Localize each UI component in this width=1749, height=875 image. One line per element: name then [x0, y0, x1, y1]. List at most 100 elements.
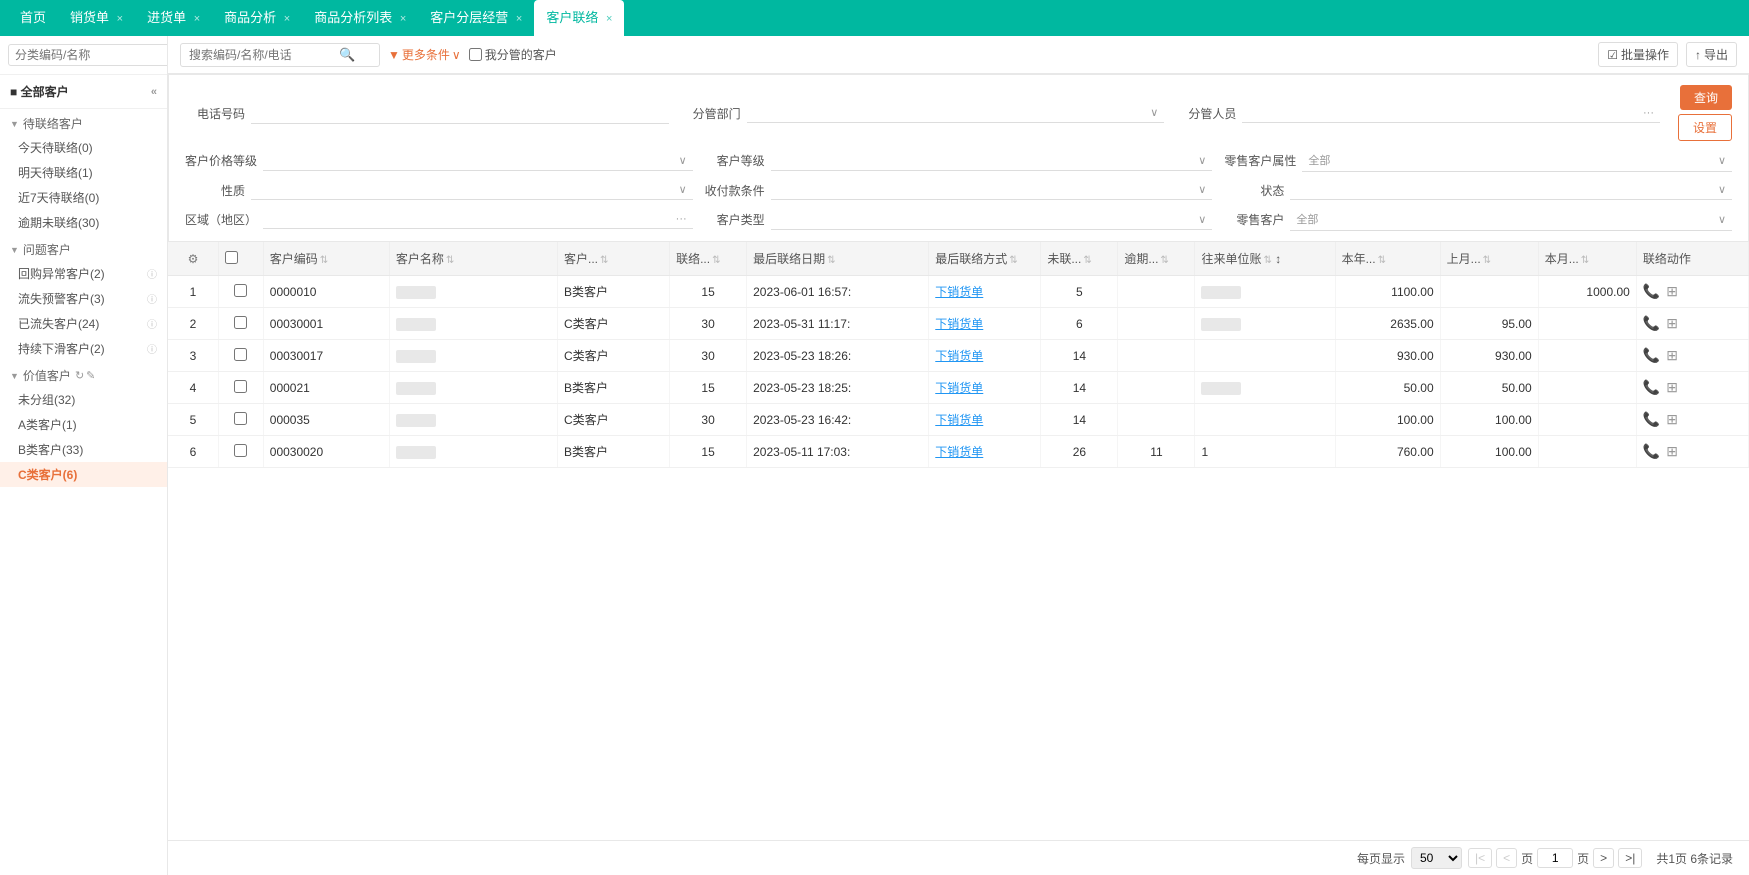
cell-check[interactable]: [218, 276, 263, 308]
more-action-icon[interactable]: ⊞: [1666, 379, 1678, 396]
last-page-btn[interactable]: >|: [1618, 848, 1642, 868]
th-check[interactable]: [218, 242, 263, 276]
my-customers-checkbox[interactable]: [469, 48, 482, 61]
first-page-btn[interactable]: |<: [1468, 848, 1492, 868]
my-customers-checkbox-label[interactable]: 我分管的客户: [469, 46, 557, 63]
cell-check[interactable]: [218, 340, 263, 372]
per-page-select[interactable]: 50 100 200: [1411, 847, 1462, 869]
lastway-link[interactable]: 下销货单: [935, 413, 983, 427]
sidebar-item-class-b[interactable]: B类客户(33): [0, 437, 167, 462]
th-thismonth[interactable]: 本月...⇅: [1538, 242, 1636, 276]
prev-page-btn[interactable]: <: [1496, 848, 1517, 868]
manager-select[interactable]: ···: [1242, 104, 1660, 123]
th-thisyear[interactable]: 本年...⇅: [1335, 242, 1440, 276]
sidebar-item-overdue[interactable]: 逾期未联络(30): [0, 210, 167, 235]
region-select[interactable]: ···: [263, 210, 693, 229]
nav-home[interactable]: 首页: [8, 0, 58, 36]
cell-lastway[interactable]: 下销货单: [929, 308, 1041, 340]
next-page-btn[interactable]: >: [1593, 848, 1614, 868]
nav-item-analysis-list[interactable]: 商品分析列表 ×: [302, 0, 418, 36]
more-action-icon[interactable]: ⊞: [1666, 315, 1678, 332]
th-lastmonth[interactable]: 上月...⇅: [1440, 242, 1538, 276]
th-lastdate[interactable]: 最后联络日期⇅: [747, 242, 929, 276]
phone-input[interactable]: [251, 103, 669, 124]
sidebar-item-today[interactable]: 今天待联络(0): [0, 135, 167, 160]
more-action-icon[interactable]: ⊞: [1666, 411, 1678, 428]
check-all-checkbox[interactable]: [225, 251, 238, 264]
close-icon-sales[interactable]: ×: [117, 13, 123, 25]
th-name[interactable]: 客户名称⇅: [389, 242, 557, 276]
payment-select[interactable]: ∨: [771, 180, 1213, 200]
sidebar-collapse-icon[interactable]: «: [151, 86, 157, 98]
cell-check[interactable]: [218, 372, 263, 404]
th-settings[interactable]: ⚙: [168, 242, 218, 276]
sidebar-item-class-a[interactable]: A类客户(1): [0, 412, 167, 437]
retail-select[interactable]: 全部∨: [1290, 208, 1732, 231]
nav-item-analysis[interactable]: 商品分析 ×: [212, 0, 302, 36]
query-btn[interactable]: 查询: [1680, 85, 1732, 110]
cell-lastway[interactable]: 下销货单: [929, 372, 1041, 404]
row-checkbox[interactable]: [234, 316, 247, 329]
refresh-icon[interactable]: ↻: [75, 369, 84, 382]
sidebar-search-input[interactable]: [8, 44, 168, 66]
customer-grade-select[interactable]: ∨: [771, 151, 1213, 171]
cell-lastway[interactable]: 下销货单: [929, 276, 1041, 308]
phone-action-icon[interactable]: 📞: [1643, 347, 1660, 364]
cell-check[interactable]: [218, 404, 263, 436]
th-unlink[interactable]: 未联...⇅: [1041, 242, 1118, 276]
nav-item-customer-tier[interactable]: 客户分层经营 ×: [418, 0, 534, 36]
nav-item-customer-contact[interactable]: 客户联络 ×: [534, 0, 624, 36]
nature-select[interactable]: ∨: [251, 180, 693, 200]
status-select[interactable]: ∨: [1290, 180, 1732, 200]
edit-icon[interactable]: ✎: [86, 369, 95, 382]
row-checkbox[interactable]: [234, 284, 247, 297]
th-overdue[interactable]: 逾期...⇅: [1118, 242, 1195, 276]
row-checkbox[interactable]: [234, 348, 247, 361]
cell-lastway[interactable]: 下销货单: [929, 404, 1041, 436]
dept-select[interactable]: ∨: [747, 103, 1165, 123]
close-icon-analysis[interactable]: ×: [284, 13, 290, 25]
sidebar-item-class-c[interactable]: C类客户(6): [0, 462, 167, 487]
more-action-icon[interactable]: ⊞: [1666, 347, 1678, 364]
row-checkbox[interactable]: [234, 412, 247, 425]
more-conditions-btn[interactable]: ▼ 更多条件 ∨: [388, 46, 461, 63]
lastway-link[interactable]: 下销货单: [935, 381, 983, 395]
row-checkbox[interactable]: [234, 380, 247, 393]
lastway-link[interactable]: 下销货单: [935, 285, 983, 299]
cell-lastway[interactable]: 下销货单: [929, 340, 1041, 372]
customer-level-select[interactable]: ∨: [263, 151, 693, 171]
phone-action-icon[interactable]: 📞: [1643, 283, 1660, 300]
more-action-icon[interactable]: ⊞: [1666, 443, 1678, 460]
th-code[interactable]: 客户编码⇅: [263, 242, 389, 276]
phone-action-icon[interactable]: 📞: [1643, 411, 1660, 428]
customer-type-select[interactable]: ∨: [771, 210, 1213, 230]
close-icon-purchase[interactable]: ×: [194, 13, 200, 25]
th-type[interactable]: 客户...⇅: [557, 242, 669, 276]
sidebar-item-lost[interactable]: 已流失客户(24)ⓘ: [0, 311, 167, 336]
phone-action-icon[interactable]: 📞: [1643, 443, 1660, 460]
close-icon-customer-contact[interactable]: ×: [606, 13, 612, 25]
lastway-link[interactable]: 下销货单: [935, 317, 983, 331]
close-icon-customer-tier[interactable]: ×: [516, 13, 522, 25]
sidebar-item-tomorrow[interactable]: 明天待联络(1): [0, 160, 167, 185]
th-lastway[interactable]: 最后联络方式⇅: [929, 242, 1041, 276]
phone-action-icon[interactable]: 📞: [1643, 379, 1660, 396]
page-input[interactable]: [1537, 848, 1573, 868]
row-checkbox[interactable]: [234, 444, 247, 457]
manager-dots[interactable]: ···: [1643, 107, 1654, 119]
th-history[interactable]: 往来单位账⇅ ↕: [1195, 242, 1335, 276]
sidebar-item-7days[interactable]: 近7天待联络(0): [0, 185, 167, 210]
phone-action-icon[interactable]: 📞: [1643, 315, 1660, 332]
cell-check[interactable]: [218, 436, 263, 468]
sidebar-item-abnormal[interactable]: 回购异常客户(2)ⓘ: [0, 261, 167, 286]
retail-attr-select[interactable]: 全部∨: [1302, 149, 1732, 172]
nav-item-purchase[interactable]: 进货单 ×: [135, 0, 212, 36]
more-action-icon[interactable]: ⊞: [1666, 283, 1678, 300]
cell-lastway[interactable]: 下销货单: [929, 436, 1041, 468]
search-icon[interactable]: 🔍: [339, 47, 355, 63]
batch-ops-btn[interactable]: ☑ 批量操作: [1598, 42, 1678, 67]
nav-item-sales[interactable]: 销货单 ×: [58, 0, 135, 36]
sidebar-item-churn-warning[interactable]: 流失预警客户(3)ⓘ: [0, 286, 167, 311]
lastway-link[interactable]: 下销货单: [935, 349, 983, 363]
close-icon-analysis-list[interactable]: ×: [400, 13, 406, 25]
